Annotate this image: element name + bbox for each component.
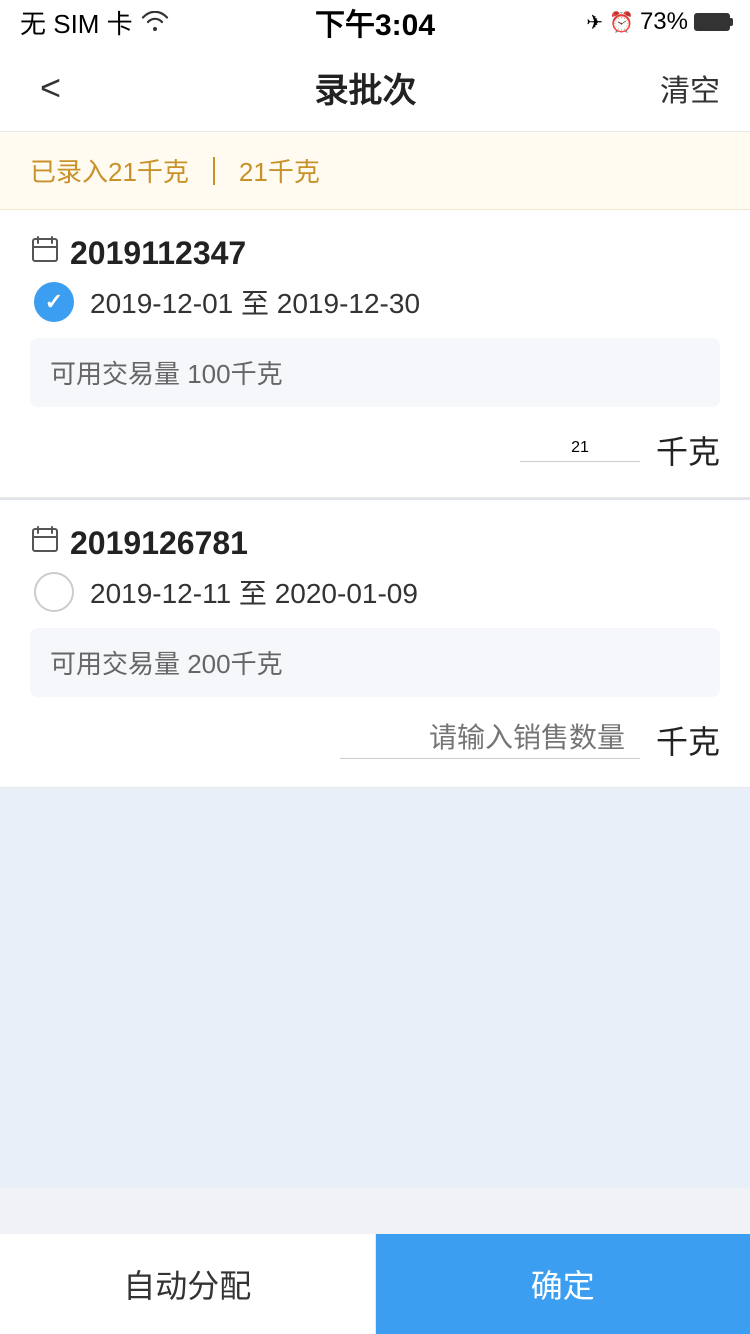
batch-2-date-row: 2019-12-11 至 2020-01-09 [30,572,720,612]
carrier-text: 无 SIM 卡 [20,4,133,41]
info-label: 已录入21千克 [30,152,189,189]
alarm-icon: ⏰ [609,10,634,35]
batch-1-quantity-value[interactable]: 21 [520,439,640,462]
bottom-bar: 自动分配 确定 [0,1234,750,1334]
batch-2-icon [30,524,60,562]
info-banner: 已录入21千克 21千克 [0,132,750,210]
page-title: 录批次 [315,63,417,112]
batch-1-unit: 千克 [656,427,720,473]
confirm-button[interactable]: 确定 [376,1234,750,1334]
batch-item-1: 2019112347 2019-12-01 至 2019-12-30 可用交易量… [0,210,750,407]
status-left: 无 SIM 卡 [20,4,169,41]
batch-1-date: 2019-12-01 至 2019-12-30 [90,282,420,322]
batch-1-radio[interactable] [34,282,74,322]
status-time: 下午3:04 [315,0,435,44]
batch-2-date: 2019-12-11 至 2020-01-09 [90,572,418,612]
batch-2-quantity-input[interactable] [340,722,640,759]
batch-1-id: 2019112347 [70,235,246,272]
status-right: ✈ ⏰ 73% [586,8,730,36]
battery-icon [694,13,730,31]
clear-button[interactable]: 清空 [660,66,720,110]
batch-1-header: 2019112347 [30,234,720,272]
batch-1-quantity-row: 21 千克 [0,407,750,498]
nav-bar: < 录批次 清空 [0,44,750,132]
wifi-icon [141,7,169,38]
info-value: 21千克 [239,152,320,189]
info-divider [213,157,215,185]
batch-2-id: 2019126781 [70,525,248,562]
status-bar: 无 SIM 卡 下午3:04 ✈ ⏰ 73% [0,0,750,44]
batch-1-available: 可用交易量 100千克 [30,338,720,407]
empty-area [0,788,750,1188]
batch-1-icon [30,234,60,272]
battery-text: 73% [640,8,688,36]
batch-2-header: 2019126781 [30,524,720,562]
batch-2-input-row: 千克 [0,697,750,788]
batch-2-radio[interactable] [34,572,74,612]
back-button[interactable]: < [30,57,71,119]
auto-distribute-button[interactable]: 自动分配 [0,1234,376,1334]
location-icon: ✈ [586,10,603,35]
batch-item-2: 2019126781 2019-12-11 至 2020-01-09 可用交易量… [0,500,750,697]
batch-2-available: 可用交易量 200千克 [30,628,720,697]
batch-2-unit: 千克 [656,717,720,763]
batch-1-date-row: 2019-12-01 至 2019-12-30 [30,282,720,322]
